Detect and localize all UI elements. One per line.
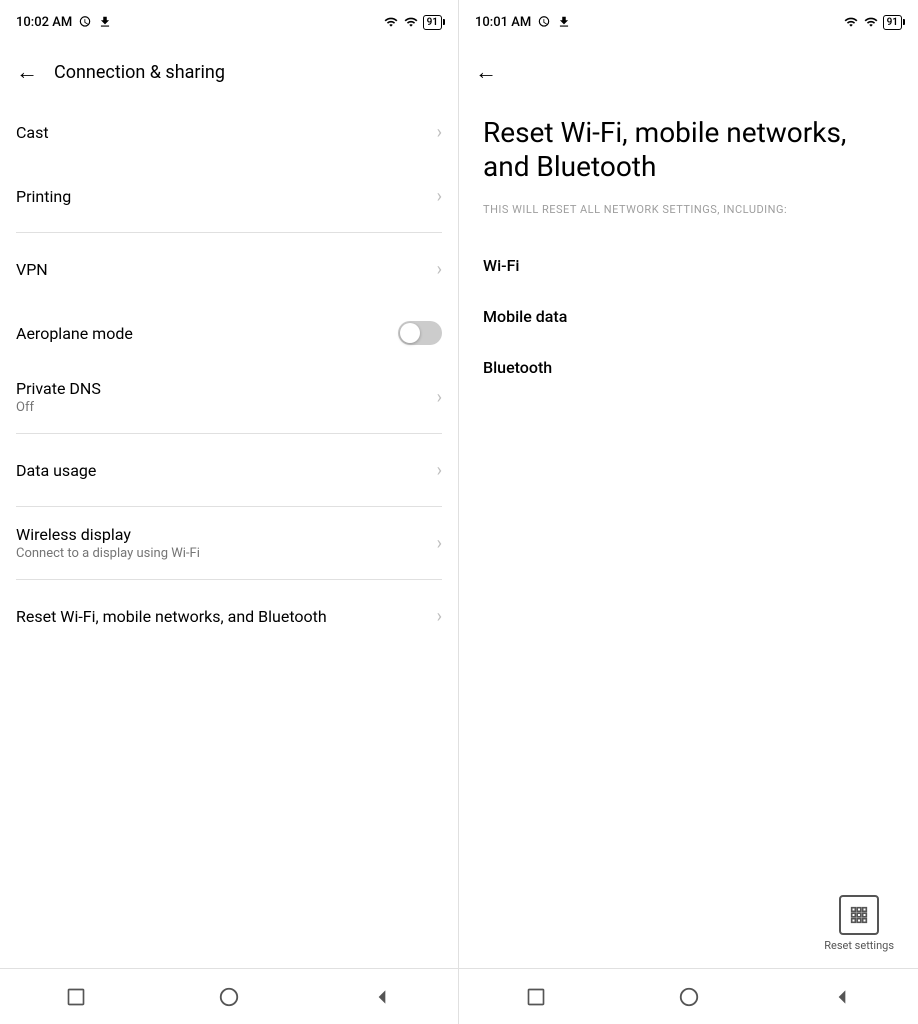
right-download-icon <box>557 15 571 29</box>
reset-icon <box>848 904 870 926</box>
left-page-title: Connection & sharing <box>54 62 225 83</box>
aeroplane-toggle-thumb <box>400 323 420 343</box>
right-wifi-icon <box>863 15 879 29</box>
aeroplane-content: Aeroplane mode <box>16 324 398 343</box>
data-usage-item[interactable]: Data usage › <box>0 438 458 502</box>
right-nav-bar <box>459 968 918 1024</box>
left-battery: 91 <box>423 15 442 30</box>
left-settings-list: Cast › Printing › VPN › Aeroplane mode <box>0 100 458 968</box>
divider-3 <box>16 506 442 507</box>
wifi-reset-item: Wi-Fi <box>483 240 894 291</box>
right-back-button[interactable]: ← <box>475 59 497 85</box>
wireless-display-content: Wireless display Connect to a display us… <box>16 525 437 561</box>
bluetooth-reset-item: Bluetooth <box>483 342 894 393</box>
vpn-item[interactable]: VPN › <box>0 237 458 301</box>
divider-1 <box>16 232 442 233</box>
signal-icon <box>383 15 399 29</box>
private-dns-content: Private DNS Off <box>16 379 437 415</box>
wireless-display-subtitle: Connect to a display using Wi-Fi <box>16 546 437 561</box>
private-dns-chevron: › <box>437 387 442 408</box>
wireless-display-item[interactable]: Wireless display Connect to a display us… <box>0 511 458 575</box>
right-square-icon <box>526 987 546 1007</box>
left-back-button[interactable]: ← <box>16 59 38 85</box>
alarm-icon <box>78 15 92 29</box>
right-status-bar: 10:01 AM 91 <box>459 0 918 44</box>
divider-4 <box>16 579 442 580</box>
reset-page-title: Reset Wi-Fi, mobile networks, and Blueto… <box>483 116 894 183</box>
reset-wifi-chevron: › <box>437 606 442 627</box>
left-home-button[interactable] <box>205 973 253 1021</box>
aeroplane-toggle[interactable] <box>398 321 442 345</box>
reset-settings-icon <box>839 895 879 935</box>
right-toolbar: ← <box>459 44 918 100</box>
left-status-icons: 91 <box>383 15 442 30</box>
printing-content: Printing <box>16 187 437 206</box>
right-battery-level: 91 <box>887 17 898 28</box>
cast-title: Cast <box>16 123 437 142</box>
right-home-button[interactable] <box>665 973 713 1021</box>
back-triangle-icon <box>372 987 392 1007</box>
reset-button-area: Reset settings <box>459 883 918 968</box>
private-dns-title: Private DNS <box>16 379 437 398</box>
left-battery-level: 91 <box>427 17 438 28</box>
cast-chevron: › <box>437 122 442 143</box>
circle-icon <box>218 986 240 1008</box>
private-dns-subtitle: Off <box>16 400 437 415</box>
right-phone-panel: 10:01 AM 91 ← Reset Wi-Fi, mobile networ… <box>459 0 918 1024</box>
wireless-display-title: Wireless display <box>16 525 437 544</box>
wifi-icon <box>403 15 419 29</box>
aeroplane-item[interactable]: Aeroplane mode <box>0 301 458 365</box>
reset-wifi-item[interactable]: Reset Wi-Fi, mobile networks, and Blueto… <box>0 584 458 648</box>
vpn-title: VPN <box>16 260 437 279</box>
right-signal-icon <box>843 15 859 29</box>
right-back-triangle-icon <box>832 987 852 1007</box>
printing-item[interactable]: Printing › <box>0 164 458 228</box>
left-clock: 10:02 AM <box>16 15 72 30</box>
data-usage-content: Data usage <box>16 461 437 480</box>
left-toolbar: ← Connection & sharing <box>0 44 458 100</box>
mobile-data-reset-item: Mobile data <box>483 291 894 342</box>
left-back-nav-button[interactable] <box>358 973 406 1021</box>
reset-settings-button[interactable]: Reset settings <box>824 895 894 952</box>
left-status-bar: 10:02 AM 91 <box>0 0 458 44</box>
vpn-content: VPN <box>16 260 437 279</box>
left-nav-bar <box>0 968 458 1024</box>
right-clock: 10:01 AM <box>475 15 531 30</box>
aeroplane-title: Aeroplane mode <box>16 324 398 343</box>
printing-chevron: › <box>437 186 442 207</box>
left-phone-panel: 10:02 AM 91 ← Connection & sharing Cast … <box>0 0 459 1024</box>
left-time: 10:02 AM <box>16 15 112 30</box>
reset-wifi-title: Reset Wi-Fi, mobile networks, and Blueto… <box>16 607 437 626</box>
private-dns-item[interactable]: Private DNS Off › <box>0 365 458 429</box>
right-back-nav-button[interactable] <box>818 973 866 1021</box>
cast-content: Cast <box>16 123 437 142</box>
reset-wifi-content: Reset Wi-Fi, mobile networks, and Blueto… <box>16 607 437 626</box>
right-status-icons: 91 <box>843 15 902 30</box>
left-recent-apps-button[interactable] <box>52 973 100 1021</box>
reset-description: THIS WILL RESET ALL NETWORK SETTINGS, IN… <box>483 203 894 216</box>
wireless-display-chevron: › <box>437 533 442 554</box>
right-time: 10:01 AM <box>475 15 571 30</box>
square-icon <box>66 987 86 1007</box>
right-circle-icon <box>678 986 700 1008</box>
reset-content-area: Reset Wi-Fi, mobile networks, and Blueto… <box>459 100 918 883</box>
reset-settings-label: Reset settings <box>824 939 894 952</box>
right-battery: 91 <box>883 15 902 30</box>
download-icon <box>98 15 112 29</box>
printing-title: Printing <box>16 187 437 206</box>
right-recent-apps-button[interactable] <box>512 973 560 1021</box>
data-usage-title: Data usage <box>16 461 437 480</box>
cast-item[interactable]: Cast › <box>0 100 458 164</box>
right-alarm-icon <box>537 15 551 29</box>
divider-2 <box>16 433 442 434</box>
data-usage-chevron: › <box>437 460 442 481</box>
vpn-chevron: › <box>437 259 442 280</box>
